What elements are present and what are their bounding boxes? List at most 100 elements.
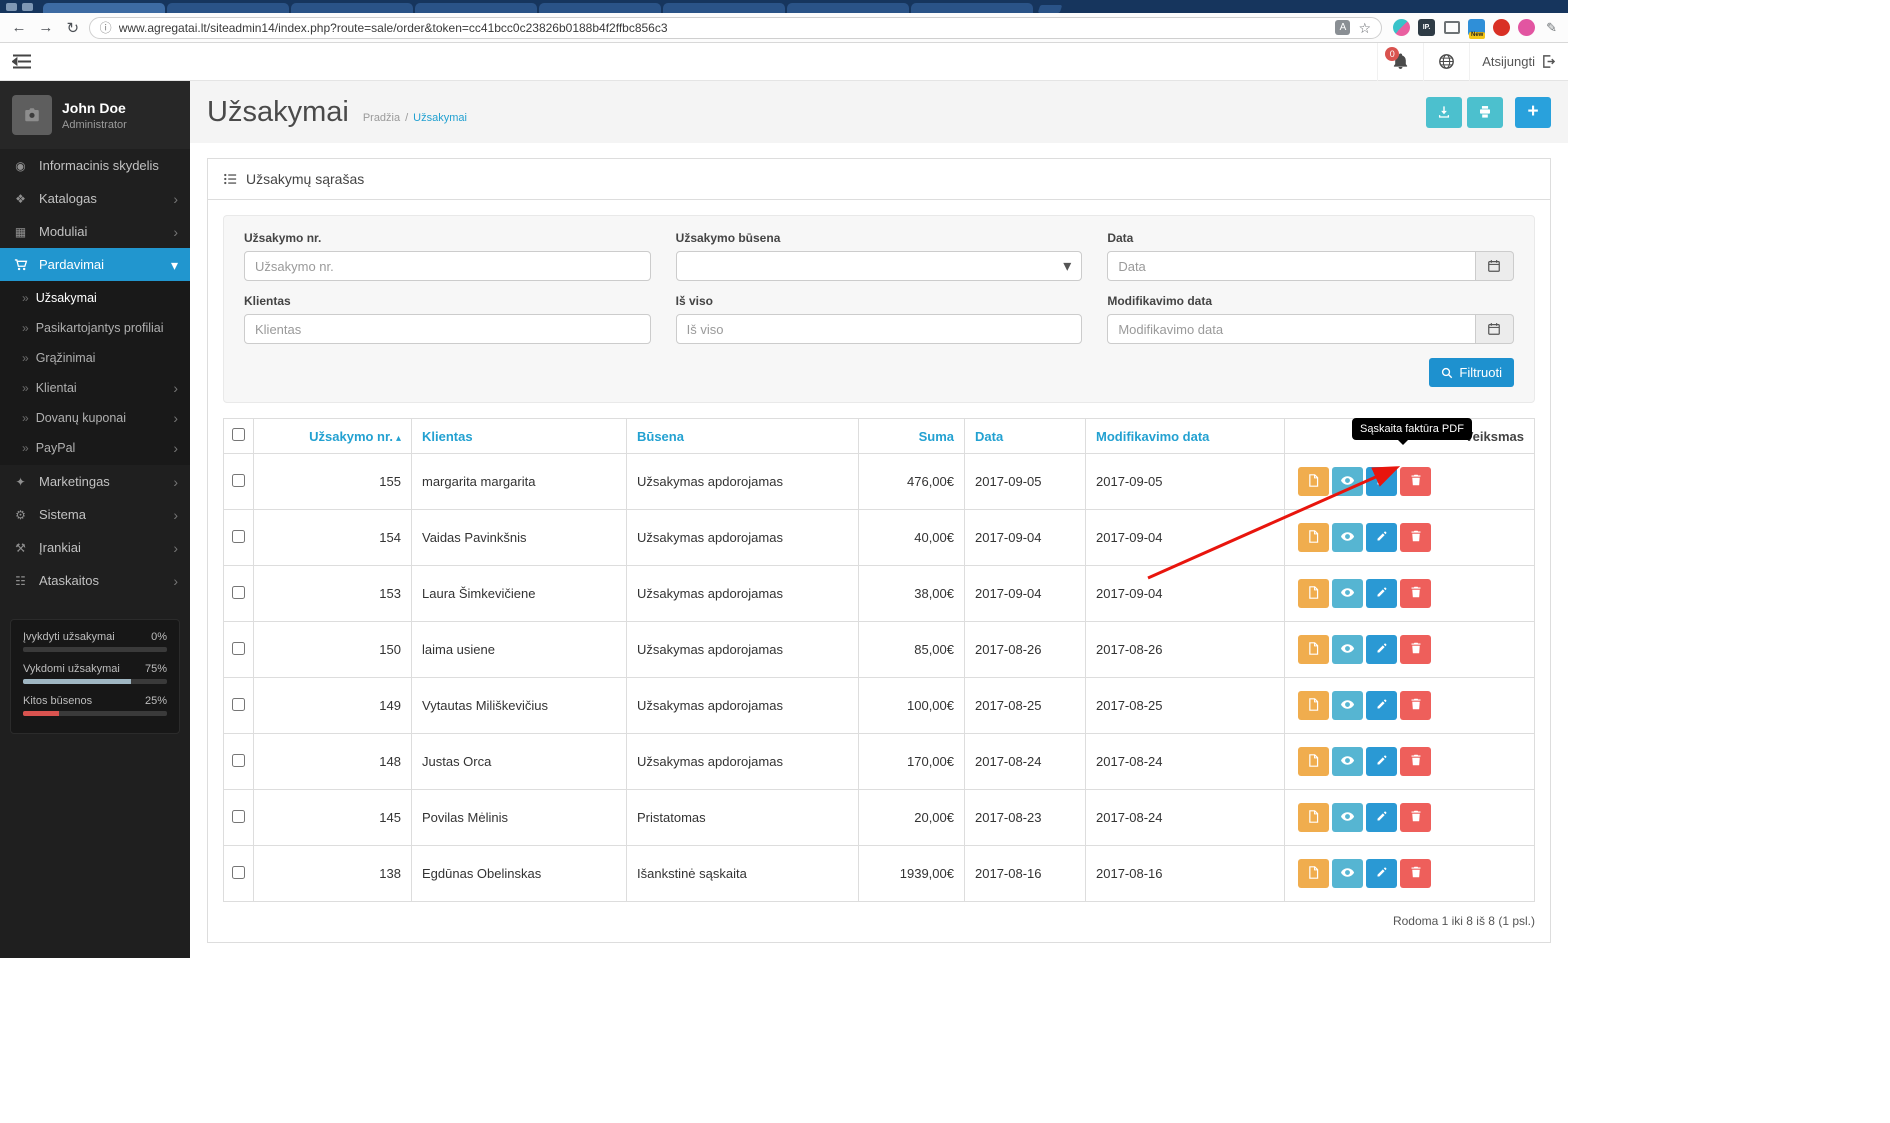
sidebar-subitem[interactable]: » Grąžinimai <box>0 343 190 373</box>
browser-tab[interactable] <box>663 3 785 13</box>
row-checkbox[interactable] <box>232 641 245 655</box>
invoice-pdf-button[interactable] <box>1298 635 1329 664</box>
sidebar-subitem[interactable]: » Klientai › <box>0 373 190 403</box>
sidebar-subitem[interactable]: » PayPal › <box>0 433 190 463</box>
edit-button[interactable] <box>1366 635 1397 664</box>
row-checkbox[interactable] <box>232 753 245 767</box>
delete-button[interactable] <box>1400 635 1431 664</box>
browser-tab[interactable] <box>43 3 165 13</box>
view-button[interactable] <box>1332 579 1363 608</box>
edit-button[interactable] <box>1366 859 1397 888</box>
row-checkbox[interactable] <box>232 585 245 599</box>
sidebar-item[interactable]: ◉ Informacinis skydelis <box>0 149 190 182</box>
view-button[interactable] <box>1332 803 1363 832</box>
edit-extension-icon[interactable]: ✎ <box>1543 19 1560 36</box>
forward-button[interactable]: → <box>35 17 57 39</box>
delete-button[interactable] <box>1400 467 1431 496</box>
new-tab-button[interactable] <box>1037 5 1063 13</box>
edit-button[interactable] <box>1366 579 1397 608</box>
view-button[interactable] <box>1332 691 1363 720</box>
delete-button[interactable] <box>1400 747 1431 776</box>
screenshot-extension-icon[interactable]: New <box>1468 19 1486 39</box>
sidebar-item[interactable]: ▦ Moduliai › <box>0 215 190 248</box>
ip-extension-icon[interactable]: IP. <box>1418 19 1436 36</box>
delete-button[interactable] <box>1400 803 1431 832</box>
invoice-pdf-button[interactable] <box>1298 523 1329 552</box>
export-button[interactable] <box>1426 96 1462 128</box>
colorpicker-extension-icon[interactable] <box>1393 19 1411 36</box>
browser-tab[interactable] <box>415 3 537 13</box>
avatar[interactable] <box>12 95 52 135</box>
row-checkbox[interactable] <box>232 865 245 879</box>
view-button[interactable] <box>1332 467 1363 496</box>
print-button[interactable] <box>1467 96 1503 128</box>
add-order-button[interactable]: + <box>1515 96 1551 128</box>
select-all-checkbox[interactable] <box>232 428 245 441</box>
browser-tab[interactable] <box>787 3 909 13</box>
delete-button[interactable] <box>1400 523 1431 552</box>
sidebar-item[interactable]: ⚙ Sistema › <box>0 498 190 531</box>
browser-tab[interactable] <box>911 3 1033 13</box>
edit-button[interactable] <box>1366 523 1397 552</box>
customer-input[interactable] <box>244 314 651 344</box>
adblock-extension-icon[interactable] <box>1493 19 1511 36</box>
edit-button[interactable] <box>1366 691 1397 720</box>
sort-by-customer[interactable]: Klientas <box>422 429 473 444</box>
edit-button[interactable] <box>1366 747 1397 776</box>
invoice-pdf-button[interactable] <box>1298 859 1329 888</box>
sort-by-status[interactable]: Būsena <box>637 429 684 444</box>
total-input[interactable] <box>675 314 1083 344</box>
sidebar-subitem[interactable]: » Pasikartojantys profiliai <box>0 313 190 343</box>
notifications-button[interactable]: 0 <box>1377 42 1423 81</box>
invoice-pdf-button[interactable] <box>1298 691 1329 720</box>
breadcrumb-home[interactable]: Pradžia <box>363 112 400 124</box>
order-nr-input[interactable] <box>244 251 651 281</box>
site-info-icon[interactable]: ⓘ <box>100 19 112 36</box>
row-checkbox[interactable] <box>232 697 245 711</box>
sidebar-toggle-button[interactable] <box>12 54 32 69</box>
sidebar-item[interactable]: Pardavimai ▾ <box>0 248 190 281</box>
language-globe-button[interactable] <box>1423 42 1469 81</box>
view-button[interactable] <box>1332 747 1363 776</box>
logout-button[interactable]: Atsijungti <box>1469 42 1568 81</box>
filter-button[interactable]: Filtruoti <box>1429 358 1514 387</box>
layout-extension-icon[interactable] <box>1443 19 1460 36</box>
date-input[interactable] <box>1107 251 1476 281</box>
browser-tab[interactable] <box>167 3 289 13</box>
edit-button[interactable] <box>1366 467 1397 496</box>
order-status-select[interactable]: ▾ <box>675 251 1083 281</box>
date-picker-button[interactable] <box>1475 251 1514 281</box>
sidebar-subitem[interactable]: » Užsakymai <box>0 283 190 313</box>
invoice-pdf-button[interactable] <box>1298 803 1329 832</box>
bookmark-star-icon[interactable]: ☆ <box>1358 21 1371 35</box>
row-checkbox[interactable] <box>232 809 245 823</box>
view-button[interactable] <box>1332 635 1363 664</box>
breadcrumb-current[interactable]: Užsakymai <box>413 112 467 124</box>
sidebar-item[interactable]: ☷ Ataskaitos › <box>0 564 190 597</box>
invoice-pdf-button[interactable] <box>1298 579 1329 608</box>
sidebar-item[interactable]: ✦ Marketingas › <box>0 465 190 498</box>
sort-by-modified[interactable]: Modifikavimo data <box>1096 429 1209 444</box>
invoice-pdf-button[interactable] <box>1298 747 1329 776</box>
modified-date-picker-button[interactable] <box>1475 314 1514 344</box>
sidebar-item[interactable]: ❖ Katalogas › <box>0 182 190 215</box>
delete-button[interactable] <box>1400 691 1431 720</box>
browser-tab[interactable] <box>291 3 413 13</box>
sort-by-date[interactable]: Data <box>975 429 1003 444</box>
sort-by-order-nr[interactable]: Užsakymo nr. ▴ <box>309 429 401 444</box>
view-button[interactable] <box>1332 523 1363 552</box>
translate-icon[interactable]: A <box>1335 20 1351 35</box>
delete-button[interactable] <box>1400 579 1431 608</box>
address-url[interactable]: www.agregatai.lt/siteadmin14/index.php?r… <box>119 21 1329 35</box>
row-checkbox[interactable] <box>232 473 245 487</box>
sidebar-subitem[interactable]: » Dovanų kuponai › <box>0 403 190 433</box>
browser-tab[interactable] <box>539 3 661 13</box>
back-button[interactable]: ← <box>8 17 30 39</box>
address-bar[interactable]: ⓘ www.agregatai.lt/siteadmin14/index.php… <box>88 16 1383 39</box>
delete-button[interactable] <box>1400 859 1431 888</box>
modified-date-input[interactable] <box>1107 314 1476 344</box>
edit-button[interactable] <box>1366 803 1397 832</box>
sort-by-total[interactable]: Suma <box>919 429 954 444</box>
sidebar-item[interactable]: ⚒ Įrankiai › <box>0 531 190 564</box>
row-checkbox[interactable] <box>232 529 245 543</box>
